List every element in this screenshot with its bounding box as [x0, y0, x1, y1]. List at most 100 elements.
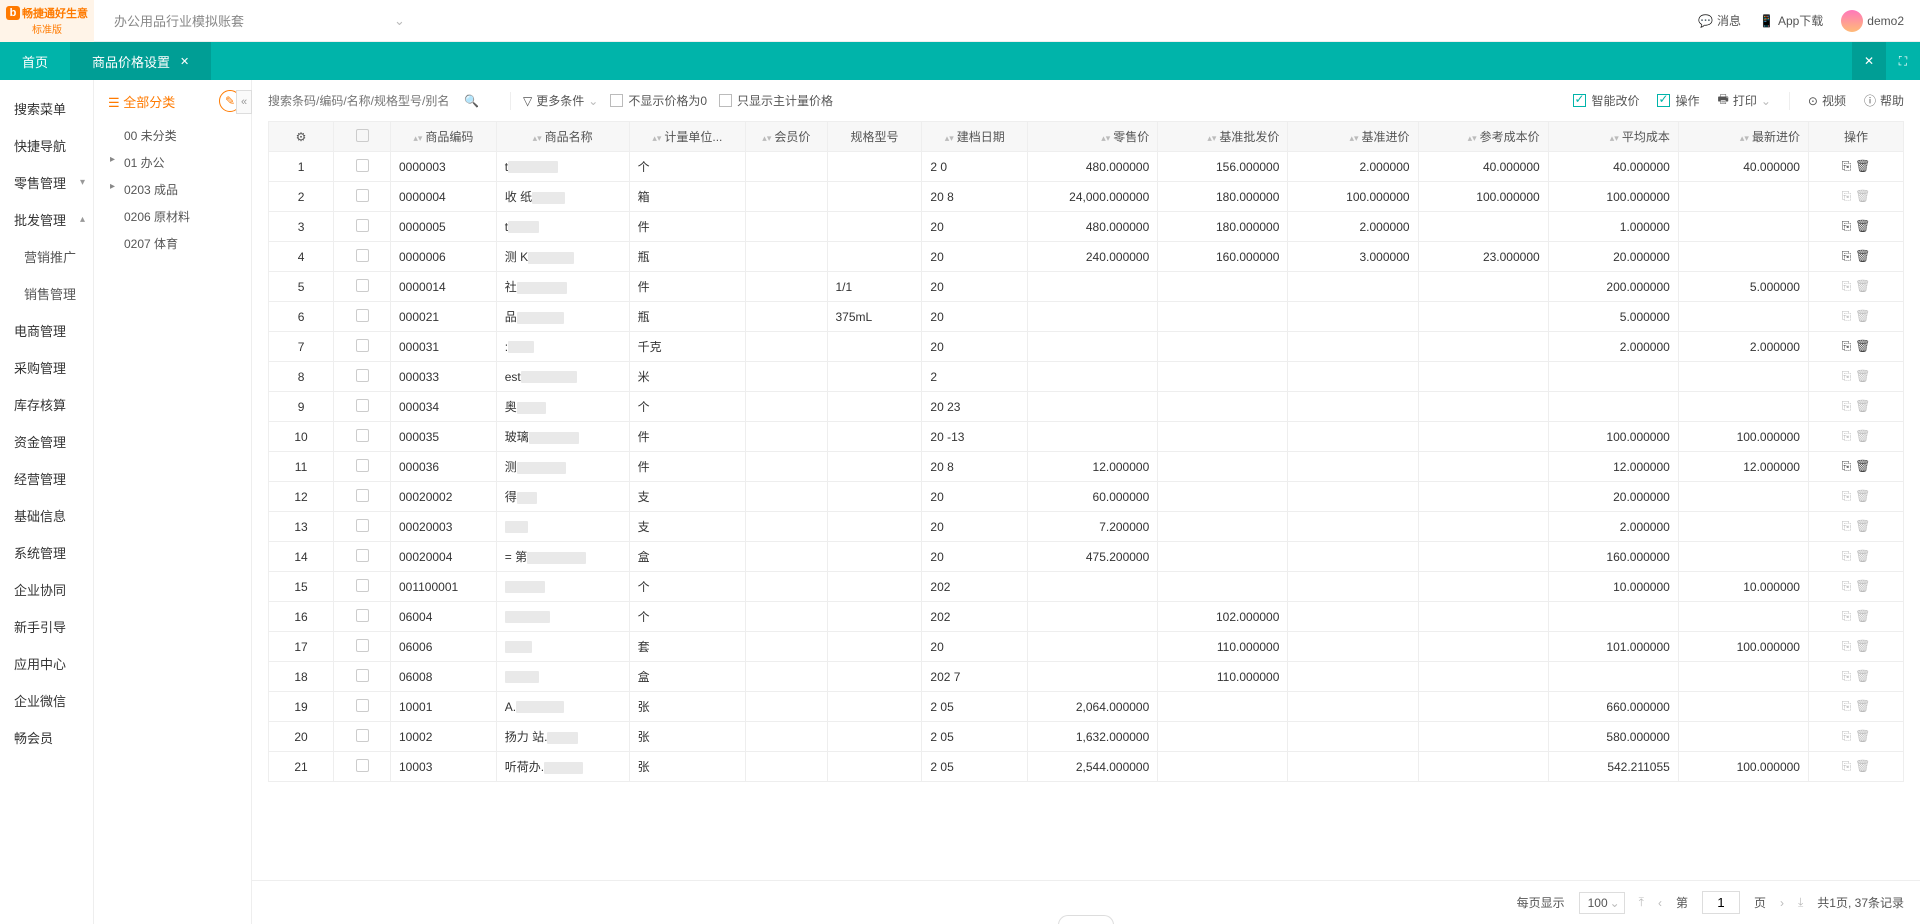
cell-refcost[interactable] [1418, 272, 1548, 302]
sidebar-newbie[interactable]: 新手引导 [0, 608, 93, 645]
cell-avgcost[interactable]: 160.000000 [1548, 542, 1678, 572]
search-icon[interactable]: 🔍 [464, 94, 479, 108]
copy-icon[interactable]: ⎘ [1842, 519, 1852, 534]
cell-purchase[interactable] [1288, 452, 1418, 482]
cell-retail[interactable]: 480.000000 [1028, 212, 1158, 242]
delete-icon[interactable]: 🗑 [1855, 609, 1870, 623]
close-icon[interactable]: ✕ [180, 55, 189, 68]
cell-avgcost[interactable]: 660.000000 [1548, 692, 1678, 722]
cell-wholesale[interactable] [1158, 392, 1288, 422]
cell-latest[interactable]: 12.000000 [1678, 452, 1808, 482]
video-button[interactable]: ⊙视频 [1808, 92, 1846, 109]
copy-icon[interactable]: ⎘ [1842, 399, 1852, 414]
copy-icon[interactable]: ⎘ [1842, 219, 1852, 234]
per-page-select[interactable]: 100 ⌄ [1579, 892, 1625, 914]
cell-latest[interactable]: 100.000000 [1678, 752, 1808, 782]
copy-icon[interactable]: ⎘ [1842, 489, 1852, 504]
prev-page-button[interactable]: ‹ [1658, 896, 1662, 910]
delete-icon[interactable]: 🗑 [1855, 579, 1870, 593]
cell-refcost[interactable] [1418, 692, 1548, 722]
copy-icon[interactable]: ⎘ [1842, 189, 1852, 204]
cell-latest[interactable] [1678, 482, 1808, 512]
cell-latest[interactable]: 40.000000 [1678, 152, 1808, 182]
cell-avgcost[interactable]: 580.000000 [1548, 722, 1678, 752]
tab-product-price[interactable]: 商品价格设置✕ [70, 42, 211, 80]
app-download-button[interactable]: 📱App下载 [1759, 12, 1823, 29]
cell-latest[interactable]: 100.000000 [1678, 632, 1808, 662]
cell-purchase[interactable] [1288, 632, 1418, 662]
sidebar-appcenter[interactable]: 应用中心 [0, 645, 93, 682]
row-select[interactable] [334, 512, 391, 542]
sidebar-wholesale[interactable]: 批发管理▴ [0, 201, 93, 238]
copy-icon[interactable]: ⎘ [1842, 339, 1852, 354]
col-avgcost[interactable]: ▴▾平均成本 [1548, 122, 1678, 152]
cell-avgcost[interactable]: 10.000000 [1548, 572, 1678, 602]
copy-icon[interactable]: ⎘ [1842, 369, 1852, 384]
cell-avgcost[interactable]: 100.000000 [1548, 182, 1678, 212]
col-member[interactable]: ▴▾会员价 [746, 122, 827, 152]
cell-purchase[interactable]: 2.000000 [1288, 212, 1418, 242]
col-retail[interactable]: ▴▾零售价 [1028, 122, 1158, 152]
hide-zero-price[interactable]: 不显示价格为0 [610, 92, 707, 109]
cell-wholesale[interactable]: 180.000000 [1158, 212, 1288, 242]
copy-icon[interactable]: ⎘ [1842, 309, 1852, 324]
tree-item[interactable]: 01 办公 [94, 149, 251, 176]
fullscreen-button[interactable]: ⛶ [1886, 42, 1920, 80]
row-select[interactable] [334, 152, 391, 182]
cell-avgcost[interactable]: 1.000000 [1548, 212, 1678, 242]
cell-wholesale[interactable] [1158, 482, 1288, 512]
print-button[interactable]: 🖶打印⌄ [1717, 90, 1770, 111]
col-refcost[interactable]: ▴▾参考成本价 [1418, 122, 1548, 152]
cell-wholesale[interactable] [1158, 452, 1288, 482]
cell-refcost[interactable] [1418, 452, 1548, 482]
sidebar-retail[interactable]: 零售管理▾ [0, 164, 93, 201]
cell-latest[interactable] [1678, 392, 1808, 422]
row-select[interactable] [334, 752, 391, 782]
cell-wholesale[interactable] [1158, 752, 1288, 782]
page-input[interactable] [1702, 891, 1740, 914]
cell-latest[interactable] [1678, 722, 1808, 752]
cell-latest[interactable]: 100.000000 [1678, 422, 1808, 452]
copy-icon[interactable]: ⎘ [1842, 459, 1852, 474]
search-input[interactable] [268, 94, 458, 108]
delete-icon[interactable]: 🗑 [1855, 489, 1870, 503]
last-page-button[interactable]: ⤓ [1798, 895, 1803, 910]
col-select-all[interactable] [334, 122, 391, 152]
cell-retail[interactable]: 240.000000 [1028, 242, 1158, 272]
delete-icon[interactable]: 🗑 [1855, 249, 1870, 263]
cell-retail[interactable]: 7.200000 [1028, 512, 1158, 542]
cell-purchase[interactable] [1288, 722, 1418, 752]
cell-avgcost[interactable]: 2.000000 [1548, 332, 1678, 362]
copy-icon[interactable]: ⎘ [1842, 279, 1852, 294]
tree-item[interactable]: 0206 原材料 [94, 203, 251, 230]
delete-icon[interactable]: 🗑 [1855, 699, 1870, 713]
cell-wholesale[interactable] [1158, 572, 1288, 602]
delete-icon[interactable]: 🗑 [1855, 279, 1870, 293]
cell-wholesale[interactable]: 110.000000 [1158, 662, 1288, 692]
row-select[interactable] [334, 362, 391, 392]
cell-wholesale[interactable]: 180.000000 [1158, 182, 1288, 212]
cell-wholesale[interactable] [1158, 722, 1288, 752]
tab-close-all[interactable]: ✕ [1852, 42, 1886, 80]
delete-icon[interactable]: 🗑 [1855, 309, 1870, 323]
sidebar-ecom[interactable]: 电商管理 [0, 312, 93, 349]
cell-avgcost[interactable]: 5.000000 [1548, 302, 1678, 332]
cell-refcost[interactable] [1418, 332, 1548, 362]
tree-item[interactable]: 0203 成品 [94, 176, 251, 203]
cell-wholesale[interactable]: 156.000000 [1158, 152, 1288, 182]
ledger-selector[interactable]: 办公用品行业模拟账套 ⌄ [114, 11, 1698, 30]
row-select[interactable] [334, 692, 391, 722]
cell-refcost[interactable] [1418, 722, 1548, 752]
cell-refcost[interactable] [1418, 392, 1548, 422]
cell-purchase[interactable] [1288, 332, 1418, 362]
cell-retail[interactable]: 24,000.000000 [1028, 182, 1158, 212]
cell-latest[interactable] [1678, 182, 1808, 212]
row-select[interactable] [334, 452, 391, 482]
delete-icon[interactable]: 🗑 [1855, 339, 1870, 353]
cell-retail[interactable] [1028, 272, 1158, 302]
delete-icon[interactable]: 🗑 [1855, 219, 1870, 233]
messages-button[interactable]: 💬消息 [1698, 12, 1741, 29]
cell-refcost[interactable] [1418, 632, 1548, 662]
sidebar-search[interactable]: 搜索菜单 [0, 90, 93, 127]
copy-icon[interactable]: ⎘ [1842, 699, 1852, 714]
